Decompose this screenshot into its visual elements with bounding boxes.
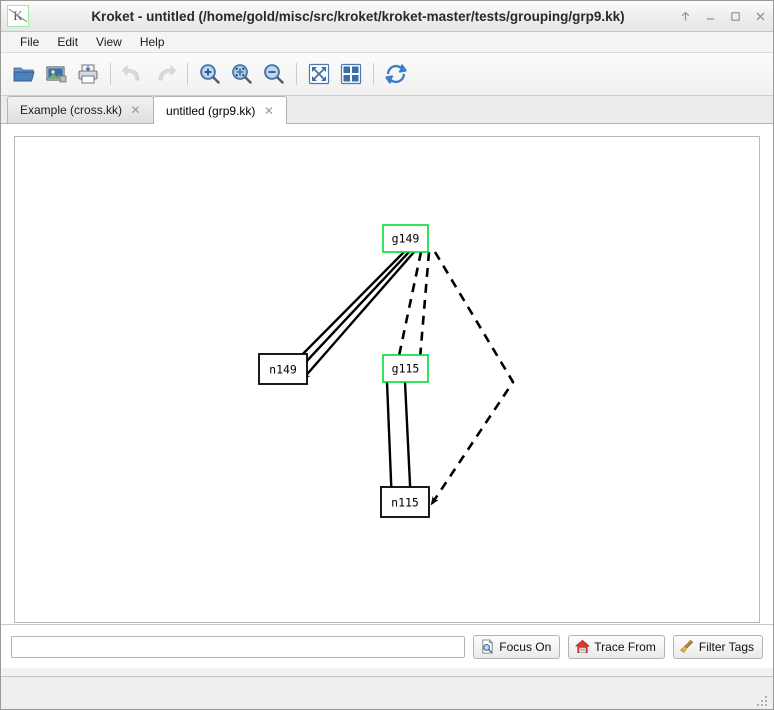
- window-title: Kroket - untitled (/home/gold/misc/src/k…: [91, 8, 625, 24]
- maximize-button[interactable]: [728, 9, 742, 23]
- node-label: g149: [392, 232, 420, 246]
- bottom-action-bar: Focus On Trace From Filter Tags: [1, 624, 773, 668]
- expand-arrows-icon[interactable]: [304, 59, 334, 89]
- collapse-grid-icon[interactable]: [336, 59, 366, 89]
- toolbar-separator-3: [296, 63, 297, 85]
- graph-node-g115[interactable]: g115: [382, 354, 429, 383]
- open-folder-icon[interactable]: [9, 59, 39, 89]
- shade-button[interactable]: [678, 9, 692, 23]
- red-house-icon: [574, 639, 590, 655]
- menu-help[interactable]: Help: [131, 33, 174, 51]
- edge-g149-n115: [429, 251, 515, 506]
- tab-untitled-grp9[interactable]: untitled (grp9.kk) ✕: [153, 96, 288, 124]
- trace-from-label: Trace From: [594, 639, 656, 654]
- minimize-button[interactable]: [703, 9, 717, 23]
- tab-label: untitled (grp9.kk): [166, 103, 256, 118]
- filter-tags-button[interactable]: Filter Tags: [672, 634, 763, 659]
- node-label: n115: [391, 496, 419, 510]
- close-icon[interactable]: ✕: [263, 105, 274, 117]
- magnifier-minus-icon[interactable]: [259, 59, 289, 89]
- toolbar-separator-1: [110, 63, 111, 85]
- kroket-main-window: K Kroket - untitled (/home/gold/misc/src…: [0, 0, 774, 710]
- tab-bar: Example (cross.kk) ✕ untitled (grp9.kk) …: [1, 96, 773, 124]
- toolbar-separator-4: [373, 63, 374, 85]
- toolbar-separator-2: [187, 63, 188, 85]
- close-icon[interactable]: ✕: [130, 104, 141, 116]
- node-label: g115: [392, 362, 420, 376]
- title-bar: K Kroket - untitled (/home/gold/misc/src…: [1, 1, 773, 32]
- graph-node-n115[interactable]: n115: [380, 486, 430, 518]
- tab-example-cross[interactable]: Example (cross.kk) ✕: [7, 96, 155, 123]
- search-input[interactable]: [11, 635, 466, 658]
- status-bar: [1, 676, 773, 709]
- menu-file[interactable]: File: [11, 33, 48, 51]
- magnifier-plus-icon[interactable]: [195, 59, 225, 89]
- resize-grip[interactable]: [757, 694, 769, 706]
- focus-on-button[interactable]: Focus On: [473, 634, 561, 659]
- undo-arrow-icon[interactable]: [118, 59, 148, 89]
- edge-g149-g115-2: [416, 251, 431, 371]
- menu-edit[interactable]: Edit: [48, 33, 87, 51]
- graph-canvas[interactable]: g149 n149 g115 n115: [14, 136, 760, 623]
- tab-label: Example (cross.kk): [20, 103, 123, 117]
- image-export-icon[interactable]: [41, 59, 71, 89]
- close-button[interactable]: [753, 9, 767, 23]
- focus-on-label: Focus On: [499, 639, 552, 654]
- node-label: n149: [269, 363, 297, 377]
- main-toolbar: [1, 53, 773, 96]
- trace-from-button[interactable]: Trace From: [568, 634, 665, 659]
- graph-node-g149[interactable]: g149: [382, 224, 429, 253]
- canvas-area: g149 n149 g115 n115: [1, 124, 773, 624]
- magnifier-fit-icon[interactable]: [227, 59, 257, 89]
- kroket-k-icon: K: [7, 5, 29, 27]
- menu-bar: File Edit View Help: [1, 32, 773, 53]
- graph-drawing: g149 n149 g115 n115: [258, 224, 515, 518]
- redo-arrow-icon[interactable]: [150, 59, 180, 89]
- document-magnifier-icon: [479, 639, 495, 655]
- graph-node-n149[interactable]: n149: [258, 353, 308, 385]
- filter-tags-label: Filter Tags: [698, 639, 754, 654]
- printer-icon[interactable]: [73, 59, 103, 89]
- refresh-circular-icon[interactable]: [381, 59, 411, 89]
- broom-icon: [679, 639, 695, 655]
- window-controls: [678, 1, 767, 31]
- menu-view[interactable]: View: [87, 33, 131, 51]
